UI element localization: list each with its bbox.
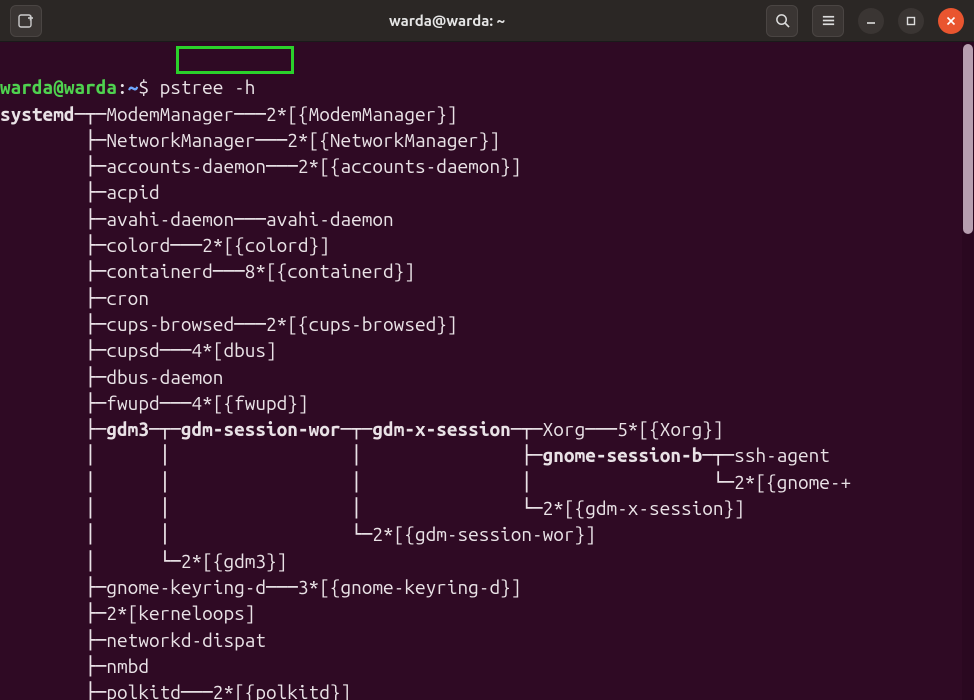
minimize-icon (866, 16, 876, 26)
hamburger-icon (821, 13, 836, 28)
terminal-viewport[interactable]: warda@warda:~$ pstree -h systemd─┬─Modem… (0, 42, 974, 700)
menu-button[interactable] (812, 5, 844, 37)
window-title: warda@warda: ~ (190, 12, 704, 29)
search-icon (775, 13, 790, 28)
close-button[interactable] (938, 8, 964, 34)
new-tab-button[interactable] (10, 5, 42, 37)
maximize-button[interactable] (898, 8, 924, 34)
close-icon (946, 16, 956, 26)
titlebar: warda@warda: ~ (0, 0, 974, 42)
command-highlight-box (176, 46, 294, 74)
prompt-user-host: warda@warda (0, 76, 117, 98)
prompt-dollar: $ (138, 76, 149, 98)
prompt-command: pstree -h (160, 76, 256, 98)
minimize-button[interactable] (858, 8, 884, 34)
scrollbar-track[interactable] (962, 42, 974, 700)
pstree-output: systemd─┬─ModemManager───2*[{ModemManage… (0, 103, 851, 700)
prompt-path: ~ (128, 76, 139, 98)
prompt-colon: : (117, 76, 128, 98)
search-button[interactable] (766, 5, 798, 37)
maximize-icon (906, 16, 916, 26)
new-tab-icon (18, 13, 34, 29)
scrollbar-thumb[interactable] (963, 44, 973, 234)
